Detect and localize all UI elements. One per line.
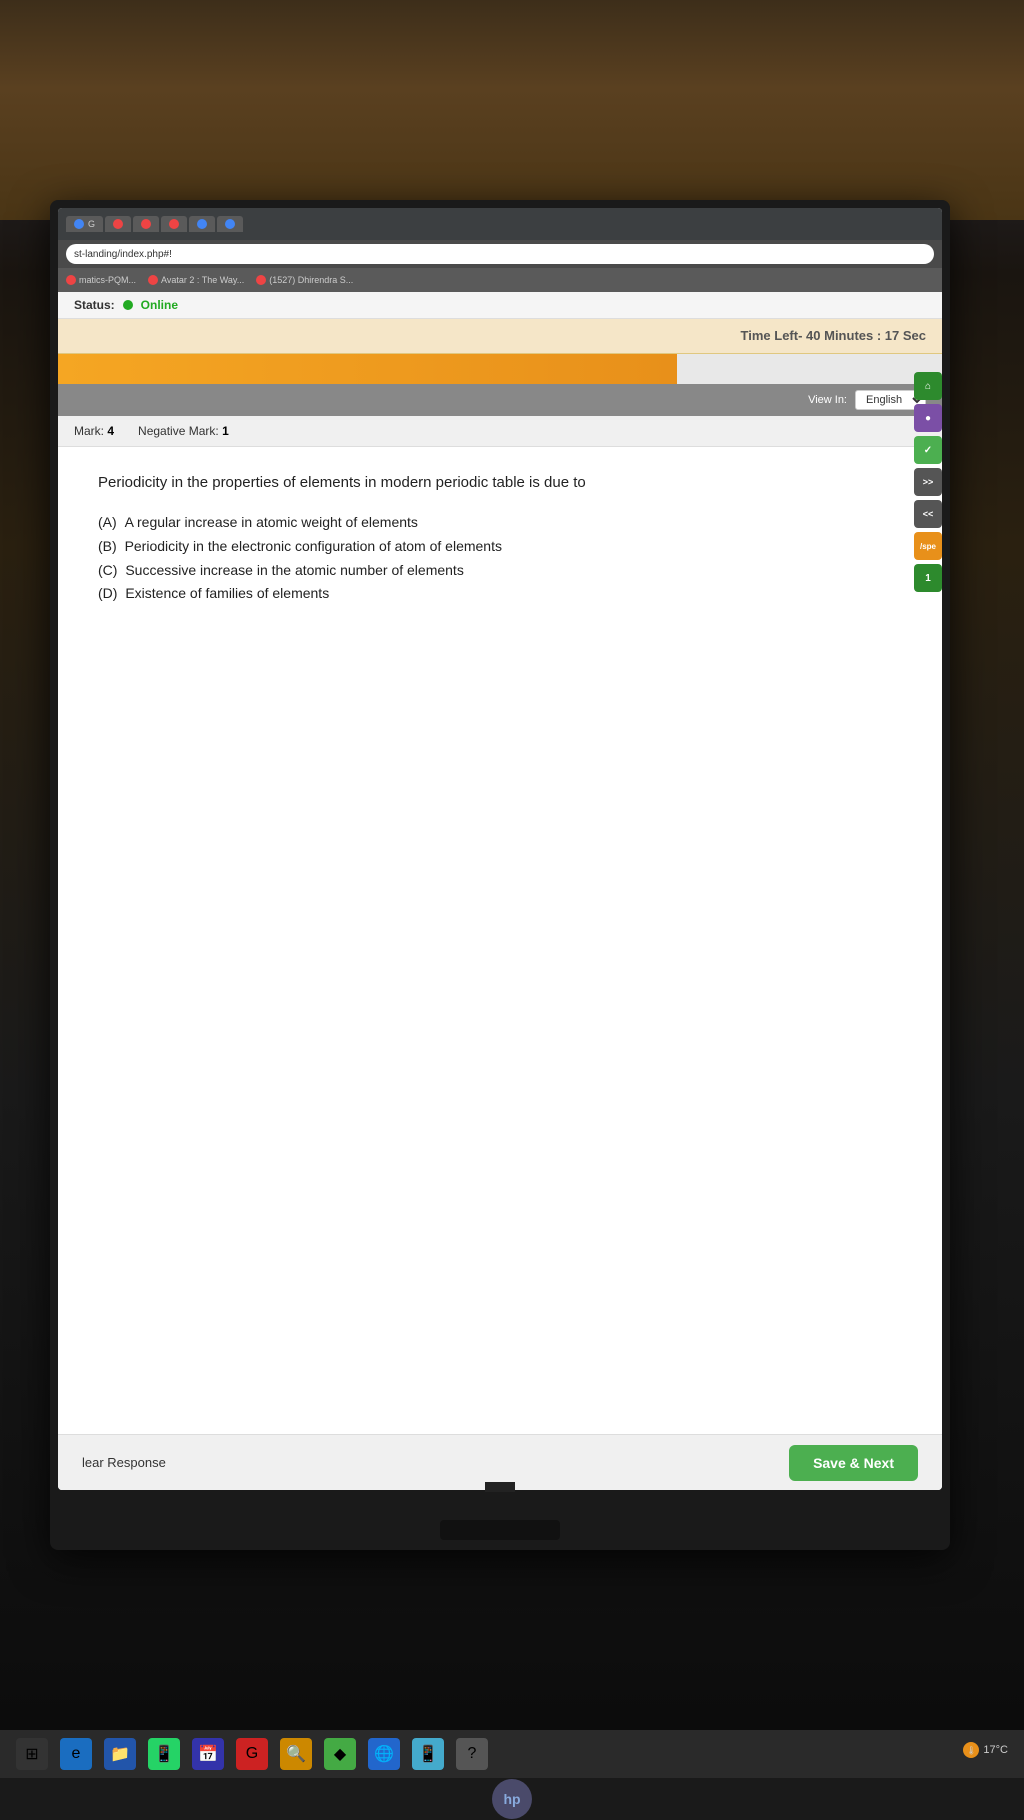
side-btn-check[interactable]: ✓ [914, 436, 942, 464]
option-d-text: Existence of families of elements [125, 582, 329, 606]
tab-yt2[interactable] [133, 216, 159, 232]
taskbar-browser[interactable]: 🌐 [368, 1738, 400, 1770]
option-a-label: (A) [98, 511, 121, 535]
yt-icon3 [169, 219, 179, 229]
tab-g1-label: G [88, 219, 95, 229]
side-btn-back[interactable]: << [914, 500, 942, 528]
taskbar-bottom: hp [0, 1778, 1024, 1820]
taskbar-g[interactable]: G [236, 1738, 268, 1770]
tab-yt3[interactable] [161, 216, 187, 232]
progress-bar-fill [58, 354, 677, 384]
option-b[interactable]: (B) Periodicity in the electronic config… [98, 535, 902, 559]
taskbar-help[interactable]: ? [456, 1738, 488, 1770]
browser-tabs: G [66, 216, 934, 232]
timer-bar: Time Left- 40 Minutes : 17 Sec [58, 319, 942, 354]
bm-icon-avatar [148, 275, 158, 285]
view-in-row: View In: English Hindi [58, 384, 942, 416]
bm-icon-dhirendra [256, 275, 266, 285]
clear-response-button[interactable]: lear Response [82, 1455, 166, 1470]
bm-matics-label: matics-PQM... [79, 275, 136, 285]
taskbar: ⊞ e 📁 📱 📅 G 🔍 ◆ 🌐 📱 ? 🌡 17°C hp [0, 1730, 1024, 1820]
address-bar[interactable]: st-landing/index.php#! [66, 244, 934, 264]
bm-icon-matics [66, 275, 76, 285]
side-btn-profile[interactable]: ● [914, 404, 942, 432]
tab-g2[interactable] [189, 216, 215, 232]
taskbar-explorer[interactable]: 📁 [104, 1738, 136, 1770]
tab-g3[interactable] [217, 216, 243, 232]
hp-logo: hp [492, 1779, 532, 1819]
view-in-label: View In: [808, 394, 847, 406]
browser-chrome: G [58, 208, 942, 240]
option-c-text: Successive increase in the atomic number… [125, 559, 464, 583]
progress-bar-container [58, 354, 942, 384]
taskbar-calendar[interactable]: 📅 [192, 1738, 224, 1770]
desk-area [0, 0, 1024, 220]
option-d[interactable]: (D) Existence of families of elements [98, 582, 902, 606]
bm-dhirendra-label: (1527) Dhirendra S... [269, 275, 353, 285]
taskbar-app[interactable]: 📱 [412, 1738, 444, 1770]
bookmark-matics[interactable]: matics-PQM... [66, 275, 136, 285]
temperature-icon: 🌡 [963, 1742, 979, 1758]
taskbar-top: ⊞ e 📁 📱 📅 G 🔍 ◆ 🌐 📱 ? 🌡 17°C [0, 1730, 1024, 1778]
mark-item: Mark: 4 [74, 424, 114, 438]
bookmarks-bar: matics-PQM... Avatar 2 : The Way... (152… [58, 268, 942, 292]
timer-label: Time Left- [741, 328, 803, 343]
option-b-label: (B) [98, 535, 121, 559]
google-icon3 [225, 219, 235, 229]
status-label: Status: [74, 298, 115, 312]
status-dot [123, 300, 133, 310]
question-text: Periodicity in the properties of element… [98, 471, 902, 495]
option-d-label: (D) [98, 582, 121, 606]
address-text: st-landing/index.php#! [74, 249, 172, 260]
timer-text: Time Left- 40 Minutes : 17 Sec [741, 328, 926, 343]
status-bar: Status: Online [58, 292, 942, 319]
negative-mark-label: Negative Mark: [138, 424, 219, 438]
temperature-value: 17°C [983, 1744, 1008, 1756]
taskbar-temp-area: 🌡 17°C [963, 1742, 1008, 1758]
mark-value: 4 [107, 424, 114, 438]
monitor-screen: G st-lan [58, 208, 942, 1490]
option-c-label: (C) [98, 559, 121, 583]
timer-value: 40 Minutes : 17 Sec [806, 328, 926, 343]
tab-g1[interactable]: G [66, 216, 103, 232]
bookmark-avatar[interactable]: Avatar 2 : The Way... [148, 275, 244, 285]
tab-yt1[interactable] [105, 216, 131, 232]
status-online: Online [141, 298, 178, 312]
taskbar-whatsapp[interactable]: 📱 [148, 1738, 180, 1770]
negative-mark-item: Negative Mark: 1 [138, 424, 229, 438]
side-btn-home[interactable]: ⌂ [914, 372, 942, 400]
option-b-text: Periodicity in the electronic configurat… [125, 535, 502, 559]
bookmark-dhirendra[interactable]: (1527) Dhirendra S... [256, 275, 353, 285]
side-btn-spa[interactable]: /spe [914, 532, 942, 560]
mark-label: Mark: [74, 424, 104, 438]
save-next-button[interactable]: Save & Next [789, 1445, 918, 1481]
option-c[interactable]: (C) Successive increase in the atomic nu… [98, 559, 902, 583]
taskbar-search[interactable]: 🔍 [280, 1738, 312, 1770]
google-icon2 [197, 219, 207, 229]
monitor: G st-lan [50, 200, 950, 1550]
marks-row: Mark: 4 Negative Mark: 1 [58, 416, 942, 447]
question-area: Periodicity in the properties of element… [58, 447, 942, 630]
taskbar-ie[interactable]: e [60, 1738, 92, 1770]
side-btn-num[interactable]: 1 [914, 564, 942, 592]
option-a[interactable]: (A) A regular increase in atomic weight … [98, 511, 902, 535]
option-a-text: A regular increase in atomic weight of e… [125, 511, 418, 535]
side-panel: ⌂ ● ✓ >> << /spe 1 [914, 372, 942, 592]
side-btn-forward[interactable]: >> [914, 468, 942, 496]
bm-avatar-label: Avatar 2 : The Way... [161, 275, 244, 285]
address-bar-row: st-landing/index.php#! [58, 240, 942, 268]
negative-mark-value: 1 [222, 424, 229, 438]
monitor-stand [440, 1520, 560, 1540]
taskbar-start[interactable]: ⊞ [16, 1738, 48, 1770]
taskbar-shape[interactable]: ◆ [324, 1738, 356, 1770]
google-icon [74, 219, 84, 229]
yt-icon2 [141, 219, 151, 229]
hp-label: hp [503, 1791, 520, 1807]
yt-icon [113, 219, 123, 229]
webpage: Status: Online Time Left- 40 Minutes : 1… [58, 292, 942, 1490]
monitor-neck [485, 1482, 515, 1492]
